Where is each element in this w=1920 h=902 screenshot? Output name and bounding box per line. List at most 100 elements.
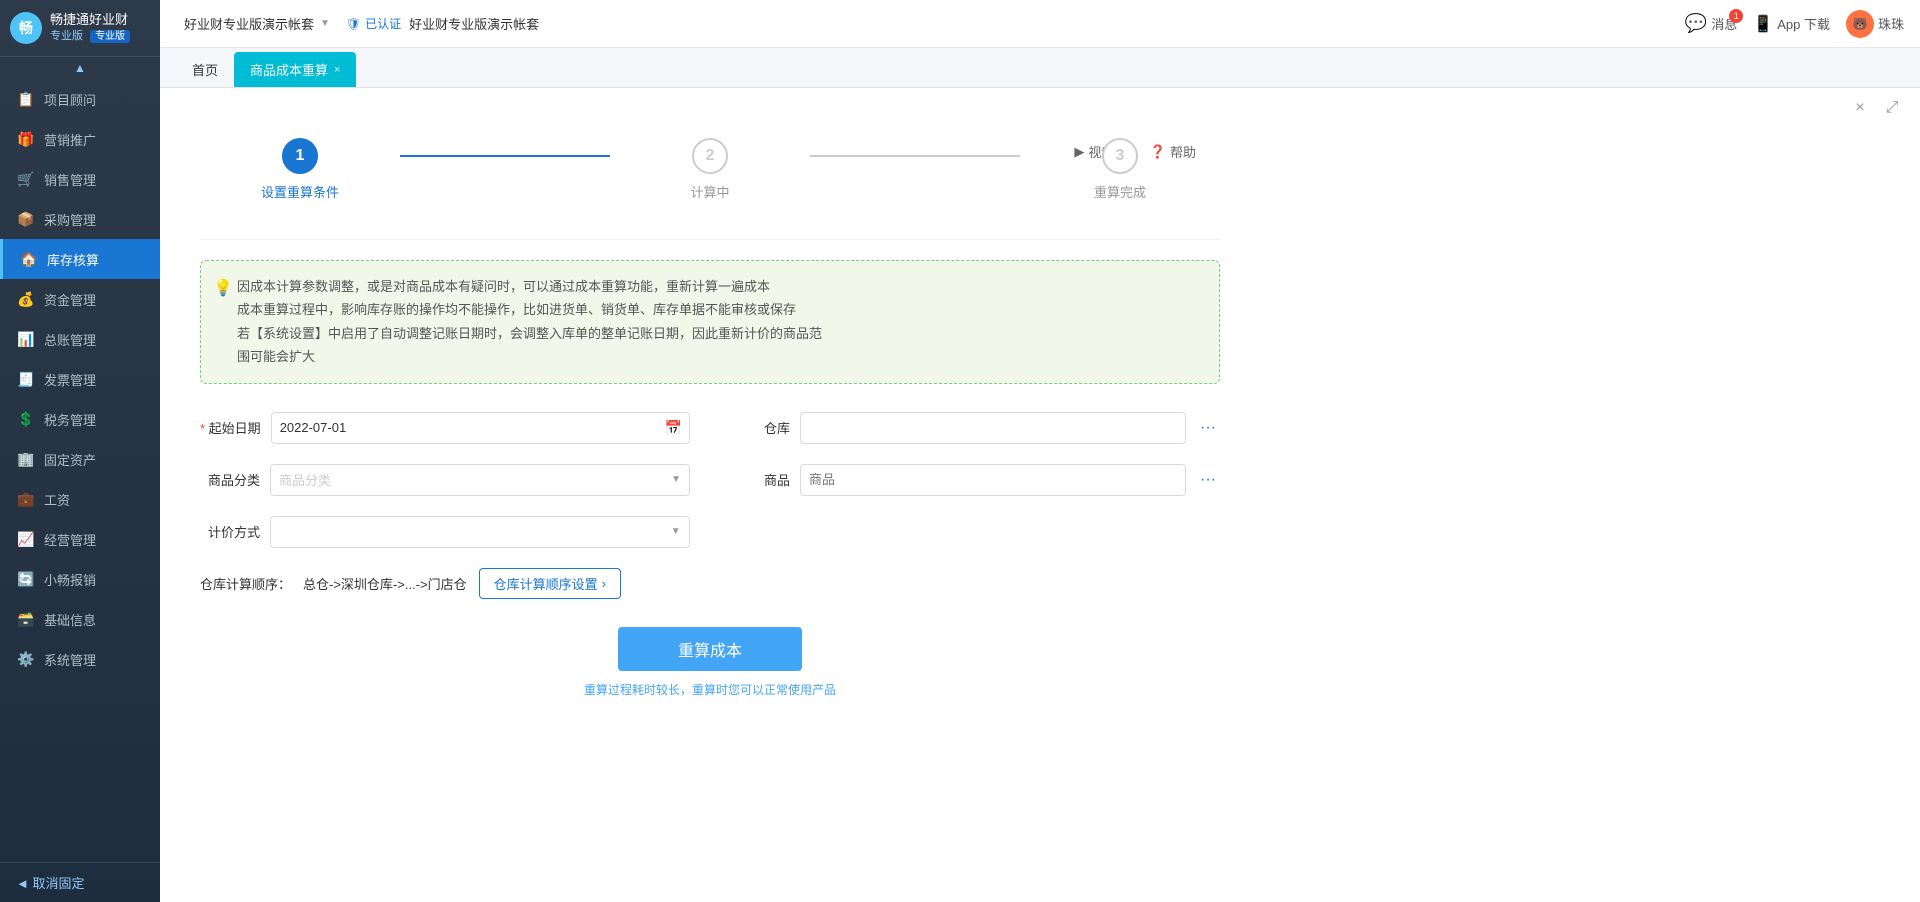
- user-name: 珠珠: [1878, 14, 1904, 33]
- warehouse-order-settings-button[interactable]: 仓库计算顺序设置 ›: [479, 568, 621, 599]
- calendar-icon[interactable]: 📅: [665, 419, 682, 436]
- inventory-icon: 🏠: [19, 249, 39, 269]
- pricing-field: 计价方式 ▼: [200, 516, 690, 548]
- recalc-button[interactable]: 重算成本: [618, 627, 802, 671]
- tab-home-label: 首页: [192, 60, 218, 79]
- expense-icon: 🔄: [16, 569, 36, 589]
- sidebar-item-management[interactable]: 📈 经营管理: [0, 519, 160, 559]
- sidebar-label-basic: 基础信息: [44, 610, 144, 629]
- sidebar-item-basic[interactable]: 🗃️ 基础信息: [0, 599, 160, 639]
- sales-icon: 🛒: [16, 169, 36, 189]
- marketing-icon: 🎁: [16, 129, 36, 149]
- product-input[interactable]: [800, 464, 1186, 496]
- sidebar-item-project[interactable]: 📋 项目顾问: [0, 79, 160, 119]
- sidebar-item-expense[interactable]: 🔄 小畅报销: [0, 559, 160, 599]
- sidebar-label-invoice: 发票管理: [44, 370, 144, 389]
- tab-recalc[interactable]: 商品成本重算 ×: [234, 52, 356, 87]
- sidebar-label-management: 经营管理: [44, 530, 144, 549]
- category-value: 商品分类: [279, 470, 331, 489]
- sidebar-label-sales: 销售管理: [44, 170, 144, 189]
- start-date-input-wrapper: 📅: [271, 412, 690, 444]
- close-window-button[interactable]: ×: [1848, 96, 1872, 120]
- divider: [200, 239, 1220, 240]
- start-date-label: 起始日期: [200, 418, 261, 437]
- sidebar-label-system: 系统管理: [44, 650, 144, 669]
- sidebar-item-purchase[interactable]: 📦 采购管理: [0, 199, 160, 239]
- app-download-label: App 下载: [1777, 14, 1830, 33]
- expand-window-button[interactable]: ⤢: [1880, 96, 1904, 120]
- category-select[interactable]: 商品分类 ▼: [270, 464, 690, 496]
- verified-badge: 🛡 已认证: [346, 15, 401, 32]
- assets-icon: 🏢: [16, 449, 36, 469]
- warehouse-order-row: 仓库计算顺序： 总仓->深圳仓库->...->门店仓 仓库计算顺序设置 ›: [200, 568, 1220, 599]
- sidebar-item-assets[interactable]: 🏢 固定资产: [0, 439, 160, 479]
- app-logo-icon: 畅: [10, 12, 42, 44]
- sidebar-logo: 畅 畅捷通好业财 专业版 专业版: [0, 0, 160, 57]
- form-row-1: 起始日期 📅 仓库 ···: [200, 412, 1220, 444]
- message-icon: 💬: [1685, 13, 1707, 34]
- info-line-4: 围可能会扩大: [237, 345, 1203, 368]
- sidebar: 畅 畅捷通好业财 专业版 专业版 ▲ 📋 项目顾问 🎁 营销推广 🛒 销售管理 …: [0, 0, 160, 902]
- start-date-input[interactable]: [271, 412, 690, 444]
- edition-badge: 专业版: [90, 30, 130, 43]
- sidebar-unpin-button[interactable]: ◄ 取消固定: [0, 862, 160, 902]
- sidebar-label-accounting: 总账管理: [44, 330, 144, 349]
- warehouse-input[interactable]: [800, 412, 1186, 444]
- product-label: 商品: [730, 470, 790, 489]
- app-download-button[interactable]: 📱 App 下载: [1753, 14, 1830, 34]
- sidebar-item-inventory[interactable]: 🏠 库存核算: [0, 239, 160, 279]
- sidebar-label-project: 项目顾问: [44, 90, 144, 109]
- sidebar-item-sales[interactable]: 🛒 销售管理: [0, 159, 160, 199]
- sidebar-item-system[interactable]: ⚙️ 系统管理: [0, 639, 160, 679]
- info-line-2: 成本重算过程中，影响库存账的操作均不能操作，比如进货单、销货单、库存单据不能审核…: [237, 298, 1203, 321]
- category-chevron-icon: ▼: [671, 474, 681, 485]
- pricing-select[interactable]: ▼: [270, 516, 690, 548]
- step-connector-2-3: [810, 155, 1020, 157]
- category-label: 商品分类: [200, 470, 260, 489]
- form-row-3: 计价方式 ▼: [200, 516, 1220, 548]
- sidebar-label-assets: 固定资产: [44, 450, 144, 469]
- step-1-label: 设置重算条件: [261, 182, 339, 201]
- phone-icon: 📱: [1753, 14, 1773, 34]
- sidebar-item-finance[interactable]: 💰 资金管理: [0, 279, 160, 319]
- tax-icon: 💲: [16, 409, 36, 429]
- step-2: 2 计算中: [610, 138, 810, 201]
- play-icon: ▶: [1074, 144, 1084, 160]
- tab-close-icon[interactable]: ×: [334, 64, 340, 76]
- info-line-3: 若【系统设置】中启用了自动调整记账日期时，会调整入库单的整单记账日期，因此重新计…: [237, 322, 1203, 345]
- step-connector-1-2: [400, 155, 610, 157]
- step-1-circle: 1: [282, 138, 318, 174]
- recalc-section: 重算成本 重算过程耗时较长，重算时您可以正常使用产品: [200, 627, 1220, 698]
- app-logo-text: 畅捷通好业财 专业版 专业版: [50, 12, 130, 43]
- sidebar-item-tax[interactable]: 💲 税务管理: [0, 399, 160, 439]
- sidebar-item-invoice[interactable]: 🧾 发票管理: [0, 359, 160, 399]
- app-name: 畅捷通好业财: [50, 12, 130, 29]
- info-box: 💡 因成本计算参数调整，或是对商品成本有疑问时，可以通过成本重算功能，重新计算一…: [200, 260, 1220, 384]
- help-button[interactable]: ❓ 帮助: [1150, 142, 1196, 161]
- message-button[interactable]: 💬 1 消息: [1685, 13, 1737, 34]
- warehouse-more-icon[interactable]: ···: [1196, 419, 1220, 437]
- topbar: 好业财专业版演示帐套 ▼ 🛡 已认证 好业财专业版演示帐套 💬 1 消息 📱 A…: [160, 0, 1920, 48]
- start-date-field: 起始日期 📅: [200, 412, 690, 444]
- user-avatar-button[interactable]: 🐻 珠珠: [1846, 10, 1904, 38]
- tab-home[interactable]: 首页: [176, 52, 234, 87]
- product-more-icon[interactable]: ···: [1196, 471, 1220, 489]
- shield-icon: 🛡: [346, 17, 361, 31]
- warehouse-order-btn-arrow-icon: ›: [602, 576, 606, 591]
- account-selector[interactable]: 好业财专业版演示帐套 ▼: [176, 10, 338, 37]
- sidebar-label-tax: 税务管理: [44, 410, 144, 429]
- verified-text: 已认证: [365, 15, 401, 32]
- finance-icon: 💰: [16, 289, 36, 309]
- sidebar-scroll-up[interactable]: ▲: [0, 57, 160, 79]
- warehouse-label: 仓库: [730, 418, 790, 437]
- tab-recalc-label: 商品成本重算: [250, 60, 328, 79]
- step-3-label: 重算完成: [1094, 182, 1146, 201]
- pricing-label: 计价方式: [200, 522, 260, 541]
- sidebar-item-accounting[interactable]: 📊 总账管理: [0, 319, 160, 359]
- sidebar-label-finance: 资金管理: [44, 290, 144, 309]
- sidebar-item-salary[interactable]: 💼 工资: [0, 479, 160, 519]
- sidebar-label-salary: 工资: [44, 490, 144, 509]
- sidebar-item-marketing[interactable]: 🎁 营销推广: [0, 119, 160, 159]
- window-controls: × ⤢: [1848, 96, 1904, 120]
- warehouse-order-btn-label: 仓库计算顺序设置: [494, 574, 598, 593]
